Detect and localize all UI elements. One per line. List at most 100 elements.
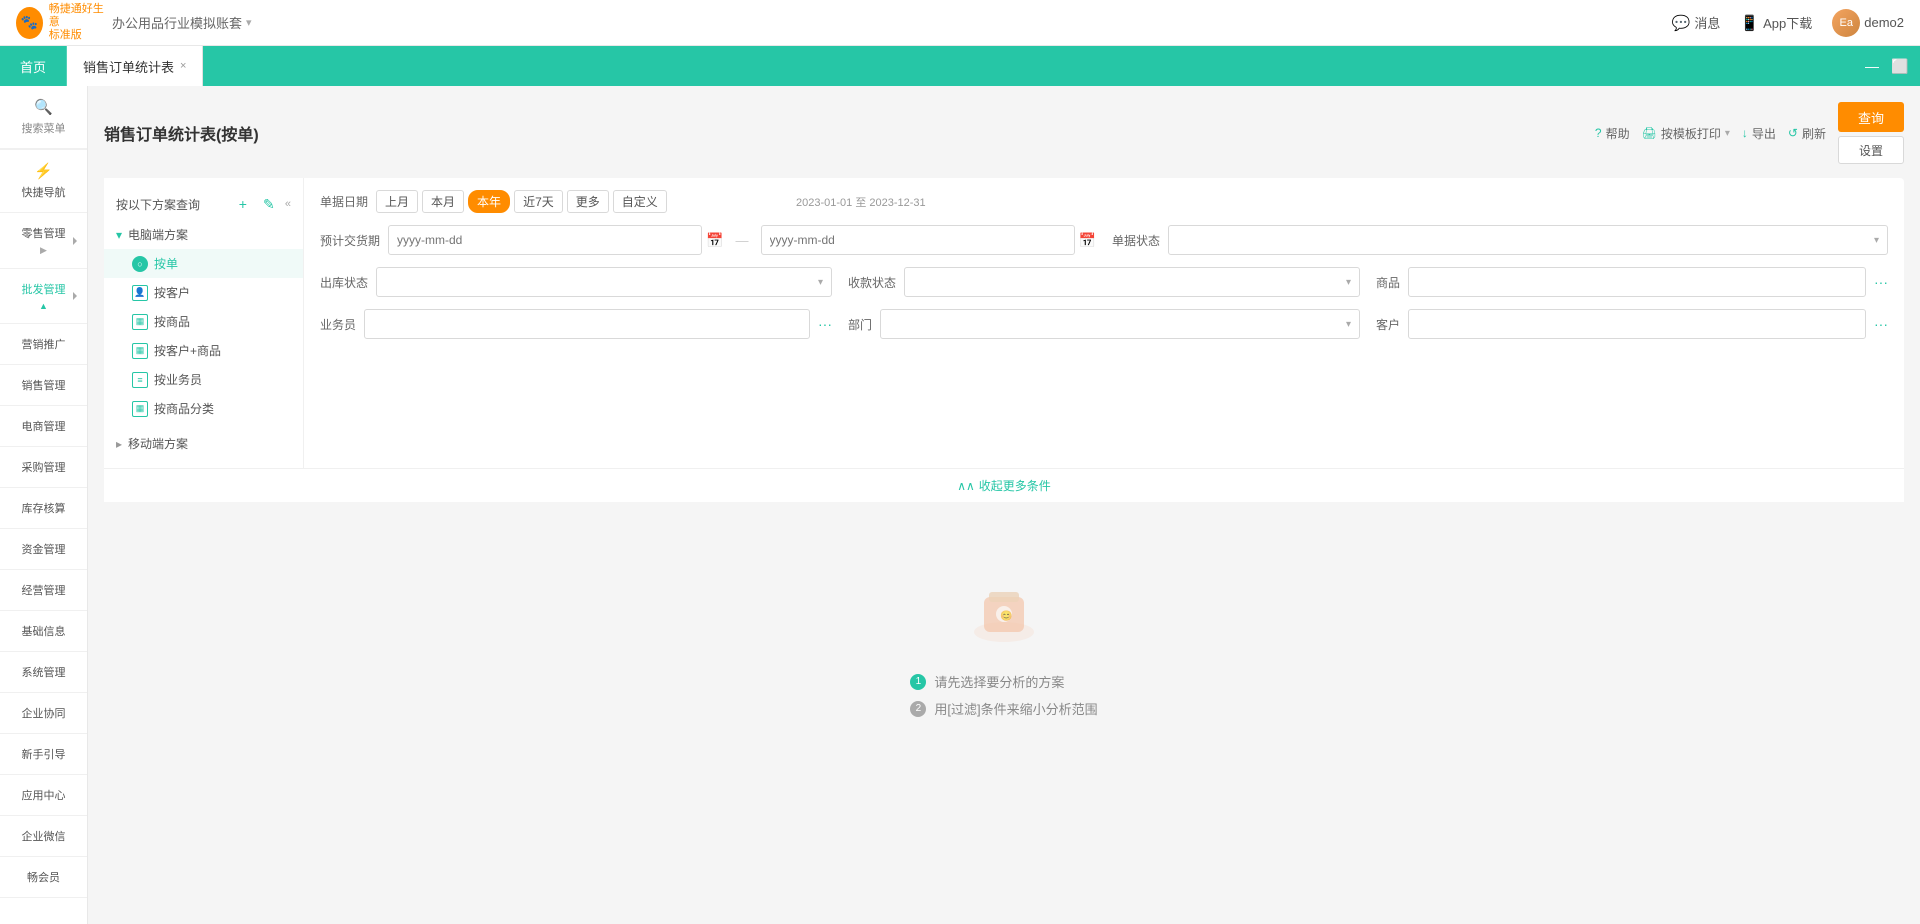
sidebar-item-marketing[interactable]: 营销推广 (0, 324, 87, 365)
customer-input[interactable] (1408, 309, 1866, 339)
sidebar-item-wholesale[interactable]: 批发管理 ▲ (0, 269, 87, 324)
sidebar-item-corp[interactable]: 企业协同 (0, 693, 87, 734)
top-bar-title[interactable]: 办公用品行业模拟账套 ▾ (112, 13, 252, 32)
scheme-icon-circle: ○ (132, 256, 148, 272)
scheme-add-btn[interactable]: + (233, 194, 253, 214)
calendar-icon-start[interactable]: 📅 (706, 232, 723, 249)
customer-field: 客户 ··· (1376, 309, 1888, 339)
date-range-text: 2023-01-01 至 2023-12-31 (796, 194, 926, 210)
sidebar-item-finance[interactable]: 资金管理 (0, 529, 87, 570)
salesman-input[interactable] (364, 309, 810, 339)
scheme-category-pc[interactable]: ▾ 电脑端方案 (104, 220, 303, 249)
sidebar-search[interactable]: 🔍 搜索菜单 (0, 86, 87, 150)
ship-status-select[interactable]: ▾ (376, 267, 832, 297)
pay-status-chevron-icon: ▾ (1346, 277, 1351, 288)
scheme-item-3[interactable]: ▦ 按客户+商品 (104, 336, 303, 365)
window-minimize-btn[interactable]: — (1860, 54, 1884, 78)
scheme-item-4[interactable]: ≡ 按业务员 (104, 365, 303, 394)
empty-tip-1: 1 请先选择要分析的方案 (910, 672, 1097, 691)
filter-layout: 按以下方案查询 + ✎ « (104, 178, 1904, 468)
export-icon: ↓ (1742, 126, 1748, 140)
scheme-icon-user-goods: ▦ (132, 343, 148, 359)
message-icon: 💬 (1672, 14, 1691, 32)
message-btn[interactable]: 💬 消息 (1672, 13, 1721, 32)
sidebar-item-retail[interactable]: 零售管理 ▶ (0, 213, 87, 269)
expected-date-label: 预计交货期 (320, 232, 380, 249)
quicknav-icon: ⚡ (34, 162, 53, 180)
more-btn[interactable]: 更多 (567, 190, 609, 213)
app-download-btn[interactable]: 📱 App下载 (1740, 13, 1812, 32)
sidebar-item-appstore[interactable]: 应用中心 (0, 775, 87, 816)
dept-select[interactable]: ▾ (880, 309, 1360, 339)
custom-btn[interactable]: 自定义 (613, 190, 667, 213)
sidebar-item-newbie[interactable]: 新手引导 (0, 734, 87, 775)
this-year-btn[interactable]: 本年 (468, 190, 510, 213)
sidebar-item-inventory[interactable]: 库存核算 (0, 488, 87, 529)
scheme-category-mobile[interactable]: ▸ 移动端方案 (104, 429, 303, 458)
sidebar-item-ecommerce[interactable]: 电商管理 (0, 406, 87, 447)
calendar-icon-end[interactable]: 📅 (1079, 232, 1096, 249)
empty-state: 😊 1 请先选择要分析的方案 2 用[过滤]条件来缩小分析范围 (104, 512, 1904, 778)
print-btn[interactable]: 🖨 按模板打印 ▾ (1642, 125, 1730, 142)
sidebar-item-sales[interactable]: 销售管理 (0, 365, 87, 406)
scheme-collapse-btn[interactable]: « (285, 198, 291, 210)
status-chevron-icon: ▾ (1874, 235, 1879, 246)
logo-icon: 🐾 (16, 7, 43, 39)
search-icon: 🔍 (34, 98, 53, 116)
window-maximize-btn[interactable]: ⬜ (1888, 54, 1912, 78)
sidebar-item-system[interactable]: 系统管理 (0, 652, 87, 693)
tab-active[interactable]: 销售订单统计表 × (67, 46, 203, 86)
scheme-item-2[interactable]: ▦ 按商品 (104, 307, 303, 336)
salesman-field: 业务员 ··· (320, 309, 832, 339)
scheme-item-5[interactable]: ▦ 按商品分类 (104, 394, 303, 423)
status-select[interactable]: ▾ (1168, 225, 1888, 255)
sidebar-item-operations[interactable]: 经营管理 (0, 570, 87, 611)
scheme-item-1[interactable]: 👤 按客户 (104, 278, 303, 307)
last7-btn[interactable]: 近7天 (514, 190, 563, 213)
sidebar: 🔍 搜索菜单 ⚡ 快捷导航 零售管理 ▶ 批发管理 ▲ 营销推广 销售管理 电商… (0, 86, 88, 924)
sidebar-item-purchase[interactable]: 采购管理 (0, 447, 87, 488)
goods-label: 商品 (1376, 274, 1400, 291)
sidebar-quicknav[interactable]: ⚡ 快捷导航 (0, 150, 87, 213)
export-btn[interactable]: ↓ 导出 (1742, 125, 1776, 142)
customer-dots[interactable]: ··· (1874, 316, 1888, 332)
goods-input[interactable] (1408, 267, 1866, 297)
scheme-icon-category: ▦ (132, 401, 148, 417)
top-bar-right: 💬 消息 📱 App下载 Ea demo2 (1672, 9, 1904, 37)
scheme-panel: 按以下方案查询 + ✎ « (104, 178, 304, 468)
logo: 🐾 畅捷通好生意 标准版 (16, 3, 104, 43)
goods-dots[interactable]: ··· (1874, 274, 1888, 290)
last-month-btn[interactable]: 上月 (376, 190, 418, 213)
date-input-wrap-start: 📅 (388, 225, 724, 255)
pay-status-select[interactable]: ▾ (904, 267, 1360, 297)
help-btn[interactable]: ? 帮助 (1595, 125, 1630, 142)
salesman-dots[interactable]: ··· (818, 316, 832, 332)
salesman-label: 业务员 (320, 316, 356, 333)
date-input-wrap-end: 📅 (761, 225, 1097, 255)
scheme-edit-btn[interactable]: ✎ (259, 194, 279, 214)
sidebar-item-member[interactable]: 畅会员 (0, 857, 87, 898)
status-label: 单据状态 (1112, 232, 1160, 249)
search-button[interactable]: 查询 (1838, 102, 1904, 132)
collapse-bar[interactable]: ∧∧ 收起更多条件 (104, 468, 1904, 502)
pay-status-field: 收款状态 ▾ (848, 267, 1360, 297)
svg-text:😊: 😊 (1000, 610, 1012, 622)
expected-date-end[interactable] (761, 225, 1075, 255)
empty-tips: 1 请先选择要分析的方案 2 用[过滤]条件来缩小分析范围 (910, 672, 1097, 718)
tab-close-icon[interactable]: × (180, 60, 186, 72)
sidebar-item-basic[interactable]: 基础信息 (0, 611, 87, 652)
help-icon: ? (1595, 126, 1602, 140)
filter-row-1: 单据日期 上月 本月 本年 近7天 更多 自定义 2023 (320, 190, 1888, 213)
this-month-btn[interactable]: 本月 (422, 190, 464, 213)
user-btn[interactable]: Ea demo2 (1832, 9, 1904, 37)
setting-button[interactable]: 设置 (1838, 136, 1904, 164)
scheme-item-0[interactable]: ○ 按单 (104, 249, 303, 278)
expected-date-start[interactable] (388, 225, 702, 255)
tab-bar: 首页 销售订单统计表 × — ⬜ (0, 46, 1920, 86)
scheme-header-btns: + ✎ « (233, 194, 291, 214)
expected-date-field: 预计交货期 📅 — 📅 (320, 225, 1096, 255)
refresh-btn[interactable]: ↺ 刷新 (1788, 125, 1826, 142)
page-title: 销售订单统计表(按单) (104, 121, 259, 145)
sidebar-item-wechat[interactable]: 企业微信 (0, 816, 87, 857)
tab-home[interactable]: 首页 (0, 46, 67, 86)
